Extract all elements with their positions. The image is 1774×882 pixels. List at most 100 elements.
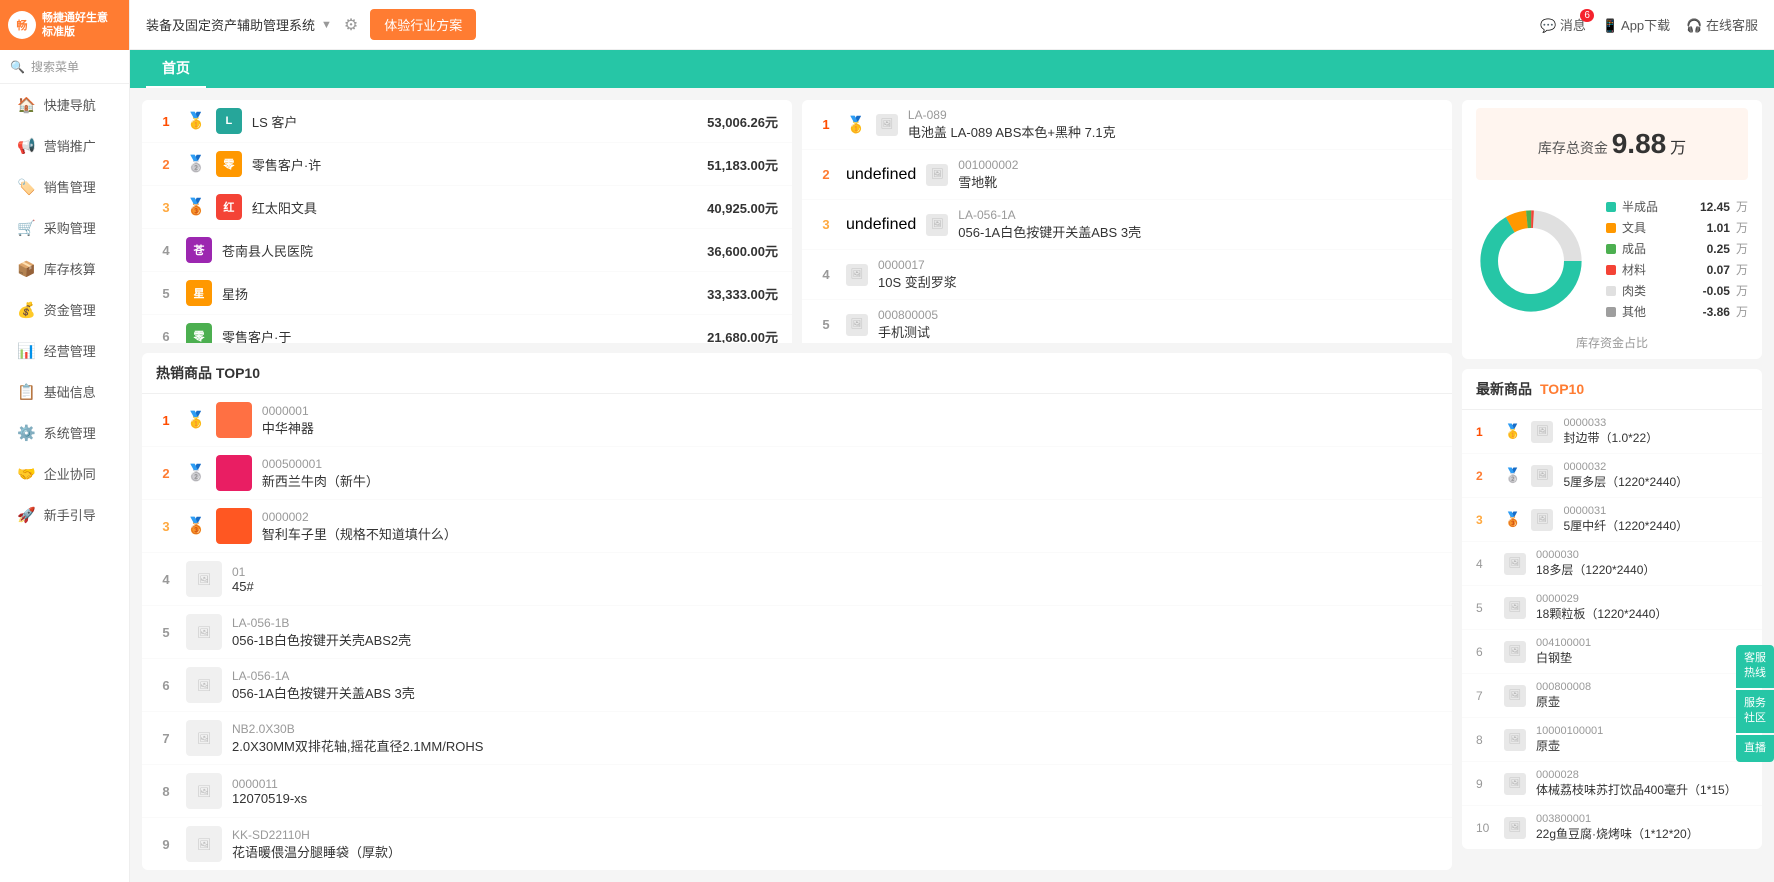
- customer-service-btn[interactable]: 客服热线: [1736, 645, 1774, 688]
- management-icon: 📊: [17, 342, 36, 360]
- hot-product-row: 4 🖼 01 45#: [142, 553, 1452, 606]
- customer-value: 21,680.00元: [707, 327, 778, 344]
- product-icon: 🖼: [1504, 597, 1526, 619]
- new-product-row: 7 🖼 000800008 原壶: [1462, 674, 1762, 718]
- product-info: 0000028 体械荔枝味苏打饮品400毫升（1*15）: [1536, 769, 1748, 798]
- product-info: 000500001 新西兰牛肉（新牛）: [262, 457, 379, 490]
- sidebar: 畅 畅捷通好生意 标准版 🔍 搜索菜单 🏠 快捷导航 📢 营销推广 🏷️ 销售管…: [0, 0, 130, 882]
- customer-value: 51,183.00元: [707, 155, 778, 174]
- legend-dot: [1606, 286, 1616, 296]
- logo-icon: 畅: [8, 11, 36, 39]
- product-icon: 🖼: [1504, 729, 1526, 751]
- product-icon: 🖼: [1531, 509, 1553, 531]
- service-community-btn[interactable]: 服务社区: [1736, 690, 1774, 733]
- content-area: 1 🥇 L LS 客户 53,006.26元 2 🥈 零 零售客户·许 51,1…: [130, 88, 1774, 882]
- product-code: LA-089: [908, 108, 1116, 122]
- sidebar-item-xitong[interactable]: ⚙️ 系统管理: [0, 412, 129, 453]
- customer-name: 苍南县人民医院: [222, 241, 697, 260]
- product-info: 004100001 白钢垫: [1536, 637, 1748, 666]
- customer-avatar: 零: [216, 151, 242, 177]
- product-info: 000800008 原壶: [1536, 681, 1748, 710]
- product-image: 🖼: [186, 773, 222, 809]
- product-icon: 🖼: [1531, 421, 1553, 443]
- product-code: 0000028: [1536, 769, 1748, 781]
- hot-product-row: 8 🖼 0000011 12070519-xs: [142, 765, 1452, 818]
- medal-icon: 🥇: [846, 115, 866, 135]
- sidebar-item-kucun[interactable]: 📦 库存核算: [0, 248, 129, 289]
- hot-product2-row: 2 undefined 🖼 001000002 雪地靴: [802, 150, 1452, 200]
- rank-number: 1: [1476, 425, 1494, 439]
- hot-product2-row: 1 🥇 🖼 LA-089 电池盖 LA-089 ABS本色+黑种 7.1克: [802, 100, 1452, 150]
- search-menu[interactable]: 🔍 搜索菜单: [0, 50, 129, 84]
- sidebar-item-zijin[interactable]: 💰 资金管理: [0, 289, 129, 330]
- sub-nav: 首页: [130, 50, 1774, 88]
- legend-value: -0.05: [1703, 284, 1730, 298]
- new-product-row: 5 🖼 0000029 18颗粒板（1220*2440）: [1462, 586, 1762, 630]
- legend-unit: 万: [1736, 303, 1748, 320]
- hot-products-header: 热销商品 TOP10: [142, 353, 1452, 394]
- product-name: 056-1B白色按键开关壳ABS2壳: [232, 630, 411, 649]
- subnav-home[interactable]: 首页: [146, 50, 206, 88]
- product-icon: 🖼: [926, 164, 948, 186]
- product-info: KK-SD22110H 花语暖偎温分腿睡袋（厚款）: [232, 828, 401, 861]
- rank-number: 8: [156, 784, 176, 799]
- sidebar-item-xiaoshou[interactable]: 🏷️ 销售管理: [0, 166, 129, 207]
- product-info: 0000030 18多层（1220*2440）: [1536, 549, 1748, 578]
- rank-number: 1: [156, 114, 176, 129]
- gear-icon[interactable]: ⚙: [344, 15, 358, 35]
- medal-icon: 🥉: [186, 516, 206, 536]
- legend-dot: [1606, 223, 1616, 233]
- legend-unit: 万: [1736, 240, 1748, 257]
- product-name: 花语暖偎温分腿睡袋（厚款）: [232, 842, 401, 861]
- product-name: 18颗粒板（1220*2440）: [1536, 605, 1748, 622]
- product-info: 10000100001 原壶: [1536, 725, 1748, 754]
- product-code: 000800005: [878, 308, 938, 322]
- customer-name: 红太阳文具: [252, 198, 697, 217]
- rank-number: 6: [156, 329, 176, 344]
- customer-value: 36,600.00元: [707, 241, 778, 260]
- product-code: 0000001: [262, 404, 314, 418]
- sidebar-item-jingying[interactable]: 📊 经营管理: [0, 330, 129, 371]
- product-icon: 🖼: [926, 214, 948, 236]
- medal-icon: 🥈: [1504, 467, 1521, 484]
- hot-product-row: 9 🖼 KK-SD22110H 花语暖偎温分腿睡袋（厚款）: [142, 818, 1452, 870]
- product-info: 000800005 手机测试: [878, 308, 938, 341]
- legend-item: 肉类 -0.05 万: [1606, 282, 1748, 299]
- product-icon: 🖼: [846, 314, 868, 336]
- online-service-btn[interactable]: 🎧 在线客服: [1686, 15, 1758, 34]
- customer-row: 3 🥉 红 红太阳文具 40,925.00元: [142, 186, 792, 229]
- rank-number: 4: [156, 572, 176, 587]
- hot-product-row: 1 🥇 0000001 中华神器: [142, 394, 1452, 447]
- right-col: 库存总资金 9.88 万: [1462, 100, 1762, 870]
- sidebar-item-xinshou[interactable]: 🚀 新手引导: [0, 494, 129, 535]
- experience-btn[interactable]: 体验行业方案: [370, 9, 476, 40]
- home-icon: 🏠: [17, 96, 36, 114]
- product-name: 056-1A白色按键开关盖ABS 3壳: [232, 683, 415, 702]
- sidebar-item-caigou[interactable]: 🛒 采购管理: [0, 207, 129, 248]
- product-name: 体械荔枝味苏打饮品400毫升（1*15）: [1536, 781, 1748, 798]
- customer-name: LS 客户: [252, 112, 697, 131]
- sidebar-item-jichu[interactable]: 📋 基础信息: [0, 371, 129, 412]
- customer-row: 4 苍 苍南县人民医院 36,600.00元: [142, 229, 792, 272]
- sidebar-item-yingxiao[interactable]: 📢 营销推广: [0, 125, 129, 166]
- product-info: NB2.0X30B 2.0X30MM双排花轴,摇花直径2.1MM/ROHS: [232, 722, 483, 755]
- topbar-right: 💬 消息 6 📱 App下载 🎧 在线客服: [1540, 15, 1758, 34]
- product-code: 10000100001: [1536, 725, 1748, 737]
- sidebar-item-kuaijie[interactable]: 🏠 快捷导航: [0, 84, 129, 125]
- product-info: LA-089 电池盖 LA-089 ABS本色+黑种 7.1克: [908, 108, 1116, 141]
- basic-icon: 📋: [17, 383, 36, 401]
- app-download-btn[interactable]: 📱 App下载: [1602, 15, 1670, 34]
- product-name: 手机测试: [878, 322, 938, 341]
- sidebar-item-qiye[interactable]: 🤝 企业协同: [0, 453, 129, 494]
- product-code: 0000017: [878, 258, 957, 272]
- product-icon: 🖼: [1531, 465, 1553, 487]
- main-area: 装备及固定资产辅助管理系统 ▼ ⚙ 体验行业方案 💬 消息 6 📱 App下载 …: [130, 0, 1774, 882]
- notification-btn[interactable]: 💬 消息 6: [1540, 15, 1586, 34]
- product-code: 01: [232, 565, 254, 579]
- rank-number: 5: [1476, 601, 1494, 615]
- legend-value: -3.86: [1703, 305, 1730, 319]
- live-btn[interactable]: 直播: [1736, 735, 1774, 762]
- chevron-down-icon[interactable]: ▼: [321, 19, 332, 31]
- product-info: 0000032 5厘多层（1220*2440）: [1563, 461, 1748, 490]
- notification-icon: 💬: [1540, 18, 1556, 33]
